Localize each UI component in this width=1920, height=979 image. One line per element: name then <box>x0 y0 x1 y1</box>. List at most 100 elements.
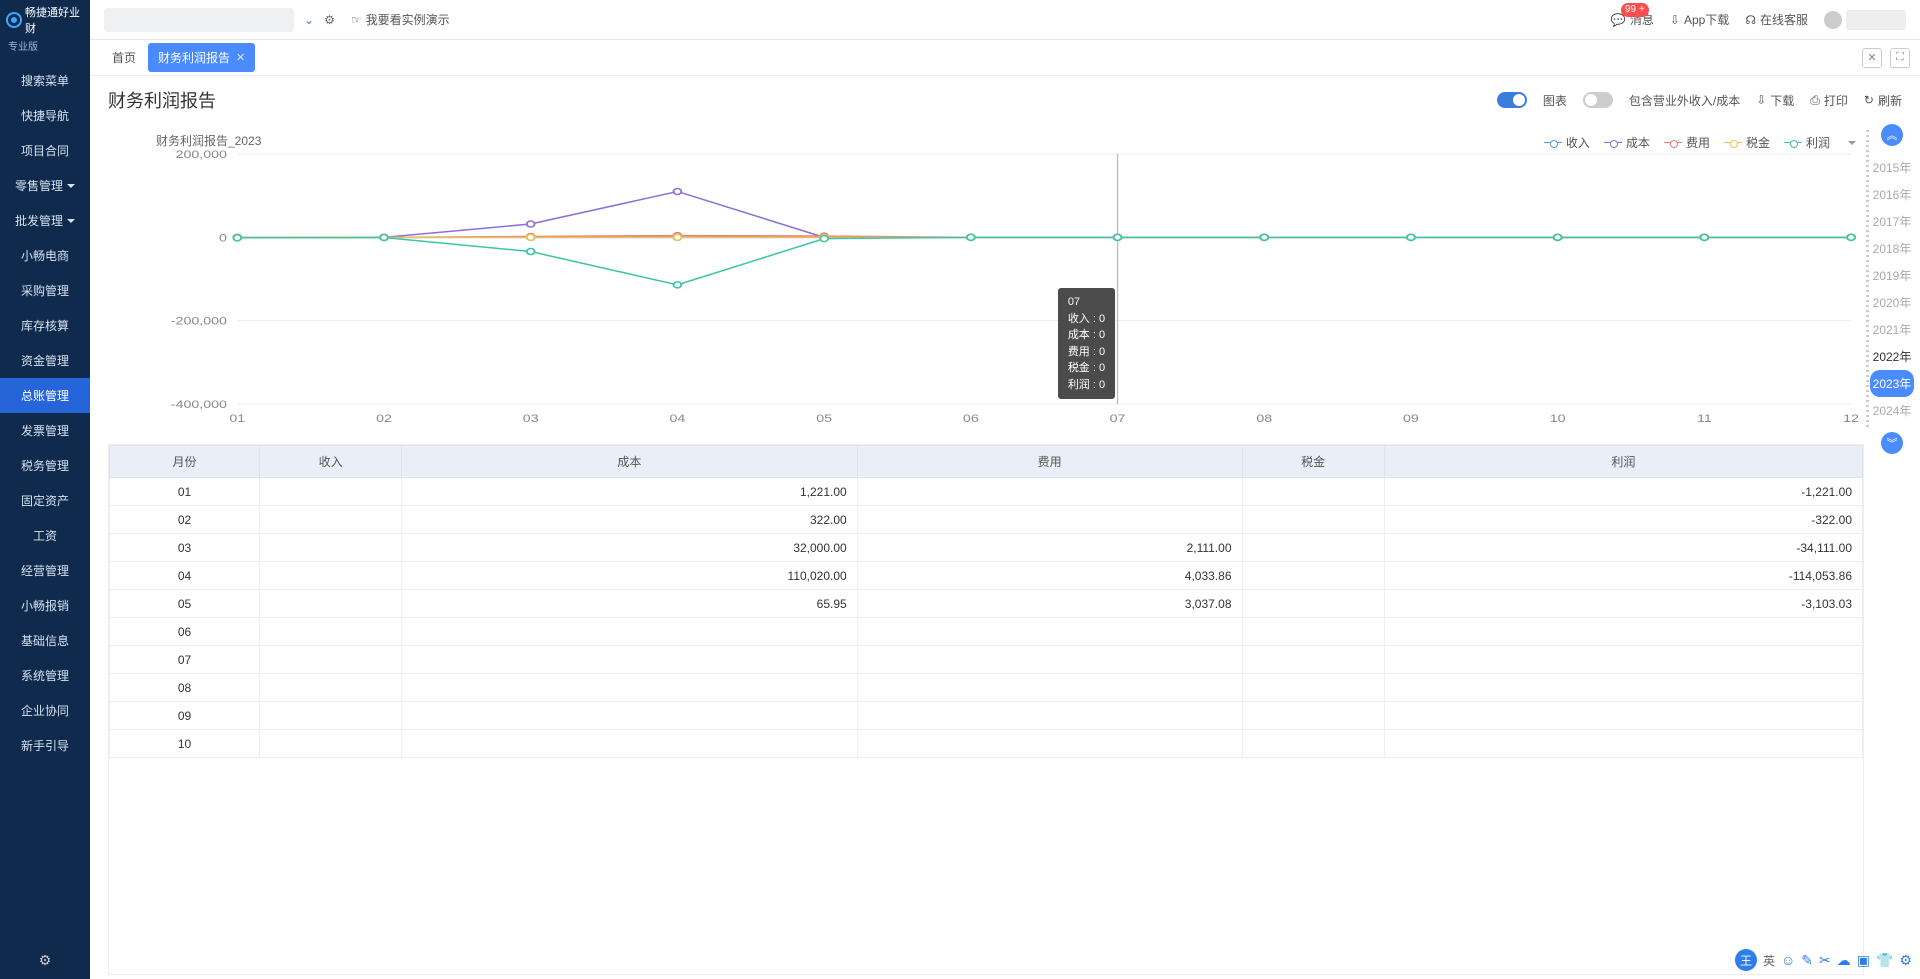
year-2023年[interactable]: 2023年 <box>1870 370 1914 397</box>
svg-text:10: 10 <box>1550 412 1566 425</box>
table-row: 06 <box>110 618 1863 646</box>
org-selector[interactable] <box>104 8 294 32</box>
logo-icon <box>6 12 22 28</box>
year-2015年[interactable]: 2015年 <box>1870 154 1914 181</box>
table-row: 02322.00-322.00 <box>110 506 1863 534</box>
svg-text:-200,000: -200,000 <box>171 314 227 327</box>
sidebar-item-7[interactable]: 库存核算 <box>0 308 90 343</box>
ime-cloud-icon[interactable]: ☁ <box>1837 952 1851 969</box>
sidebar-item-1[interactable]: 快捷导航 <box>0 98 90 133</box>
svg-text:11: 11 <box>1697 412 1712 425</box>
settings-icon[interactable]: ⚙ <box>0 952 90 969</box>
ime-scissors-icon[interactable]: ✂ <box>1819 952 1831 969</box>
print-button[interactable]: ⎙打印 <box>1810 92 1848 109</box>
ime-edit-icon[interactable]: ✎ <box>1801 952 1813 969</box>
sidebar-item-0[interactable]: 搜索菜单 <box>0 63 90 98</box>
year-2020年[interactable]: 2020年 <box>1870 289 1914 316</box>
sidebar-item-17[interactable]: 系统管理 <box>0 658 90 693</box>
fullscreen-button[interactable]: ⛶ <box>1890 48 1910 68</box>
hand-icon: ☞ <box>351 13 362 27</box>
svg-text:-400,000: -400,000 <box>171 398 227 411</box>
sidebar-item-12[interactable]: 固定资产 <box>0 483 90 518</box>
messages-button[interactable]: 💬 消息 99 + <box>1611 11 1654 28</box>
close-icon[interactable]: ✕ <box>236 51 245 64</box>
year-scroll-up[interactable]: ︽ <box>1881 124 1903 146</box>
ime-lang[interactable]: 英 <box>1763 952 1775 969</box>
sidebar-item-14[interactable]: 经营管理 <box>0 553 90 588</box>
extra-income-toggle[interactable] <box>1583 92 1613 108</box>
sidebar-item-6[interactable]: 采购管理 <box>0 273 90 308</box>
download-icon: ⇩ <box>1756 93 1766 107</box>
year-2018年[interactable]: 2018年 <box>1870 235 1914 262</box>
edition-label: 专业版 <box>0 38 90 53</box>
sidebar-item-2[interactable]: 项目合同 <box>0 133 90 168</box>
download-button[interactable]: ⇩下载 <box>1756 92 1794 109</box>
year-2024年[interactable]: 2024年 <box>1870 397 1914 424</box>
ime-cube-icon[interactable]: ▣ <box>1857 952 1870 969</box>
sidebar-item-3[interactable]: 零售管理 <box>0 168 90 203</box>
ime-gear-icon[interactable]: ⚙ <box>1899 952 1912 969</box>
sidebar-item-16[interactable]: 基础信息 <box>0 623 90 658</box>
page-header: 财务利润报告 图表 包含营业外收入/成本 ⇩下载 ⎙打印 ↻刷新 <box>90 76 1920 124</box>
chevron-down-icon <box>67 219 75 223</box>
sidebar-item-4[interactable]: 批发管理 <box>0 203 90 238</box>
table-row: 10 <box>110 730 1863 758</box>
sidebar-item-13[interactable]: 工资 <box>0 518 90 553</box>
svg-text:01: 01 <box>229 412 245 425</box>
svg-text:07: 07 <box>1110 412 1126 425</box>
svg-text:06: 06 <box>963 412 979 425</box>
sidebar: 畅捷通好业财 专业版 搜索菜单快捷导航项目合同零售管理批发管理小畅电商采购管理库… <box>0 0 90 979</box>
sidebar-item-8[interactable]: 资金管理 <box>0 343 90 378</box>
table-row: 0332,000.002,111.00-34,111.00 <box>110 534 1863 562</box>
chart-toggle[interactable] <box>1497 92 1527 108</box>
extra-toggle-label: 包含营业外收入/成本 <box>1629 92 1740 109</box>
refresh-button[interactable]: ↻刷新 <box>1864 92 1902 109</box>
chart-title: 财务利润报告_2023 <box>156 132 261 149</box>
badge: 99 + <box>1621 3 1649 17</box>
sidebar-item-9[interactable]: 总账管理 <box>0 378 90 413</box>
year-rail: ︽ 2015年2016年2017年2018年2019年2020年2021年202… <box>1870 124 1914 462</box>
sidebar-item-18[interactable]: 企业协同 <box>0 693 90 728</box>
legend-dropdown-icon[interactable] <box>1848 141 1856 145</box>
ime-engine-icon[interactable]: 王 <box>1735 949 1757 971</box>
svg-text:200,000: 200,000 <box>176 148 227 161</box>
chart-tooltip: 07收入 : 0成本 : 0费用 : 0税金 : 0利润 : 0 <box>1058 288 1115 399</box>
headset-icon: ☊ <box>1745 13 1756 27</box>
svg-text:12: 12 <box>1843 412 1859 425</box>
year-2022年[interactable]: 2022年 <box>1870 343 1914 370</box>
year-2021年[interactable]: 2021年 <box>1870 316 1914 343</box>
print-icon: ⎙ <box>1810 93 1820 108</box>
sidebar-item-5[interactable]: 小畅电商 <box>0 238 90 273</box>
ime-smile-icon[interactable]: ☺ <box>1781 952 1795 968</box>
tab-home[interactable]: 首页 <box>100 49 148 66</box>
table-row: 011,221.00-1,221.00 <box>110 478 1863 506</box>
app-name: 畅捷通好业财 <box>25 4 84 36</box>
chart-area: 财务利润报告_2023 收入成本费用税金利润 -400,000-200,0000… <box>108 126 1864 436</box>
app-download-button[interactable]: ⇩ App下载 <box>1670 11 1729 28</box>
year-scroll-down[interactable]: ︾ <box>1881 432 1903 454</box>
sidebar-item-15[interactable]: 小畅报销 <box>0 588 90 623</box>
demo-link[interactable]: ☞ 我要看实例演示 <box>351 11 450 28</box>
table-row: 08 <box>110 674 1863 702</box>
svg-text:05: 05 <box>816 412 832 425</box>
app-logo: 畅捷通好业财 <box>0 0 90 40</box>
year-2019年[interactable]: 2019年 <box>1870 262 1914 289</box>
support-button[interactable]: ☊ 在线客服 <box>1745 11 1808 28</box>
sidebar-item-11[interactable]: 税务管理 <box>0 448 90 483</box>
tab-financial-profit-report[interactable]: 财务利润报告 ✕ <box>148 43 255 72</box>
org-settings-icon[interactable]: ⚙ <box>324 13 335 27</box>
col-3: 费用 <box>857 446 1242 478</box>
avatar-icon <box>1824 11 1842 29</box>
ime-shirt-icon[interactable]: 👕 <box>1876 952 1893 969</box>
close-all-tabs-button[interactable]: ✕ <box>1862 48 1882 68</box>
table-row: 0565.953,037.08-3,103.03 <box>110 590 1863 618</box>
year-2017年[interactable]: 2017年 <box>1870 208 1914 235</box>
topbar: ⌄ ⚙ ☞ 我要看实例演示 💬 消息 99 + ⇩ App下载 ☊ 在线客服 <box>90 0 1920 40</box>
year-2016年[interactable]: 2016年 <box>1870 181 1914 208</box>
chevron-down-icon[interactable]: ⌄ <box>304 13 314 27</box>
svg-text:09: 09 <box>1403 412 1419 425</box>
sidebar-item-19[interactable]: 新手引导 <box>0 728 90 763</box>
col-4: 税金 <box>1242 446 1384 478</box>
sidebar-item-10[interactable]: 发票管理 <box>0 413 90 448</box>
user-menu[interactable] <box>1824 10 1906 30</box>
